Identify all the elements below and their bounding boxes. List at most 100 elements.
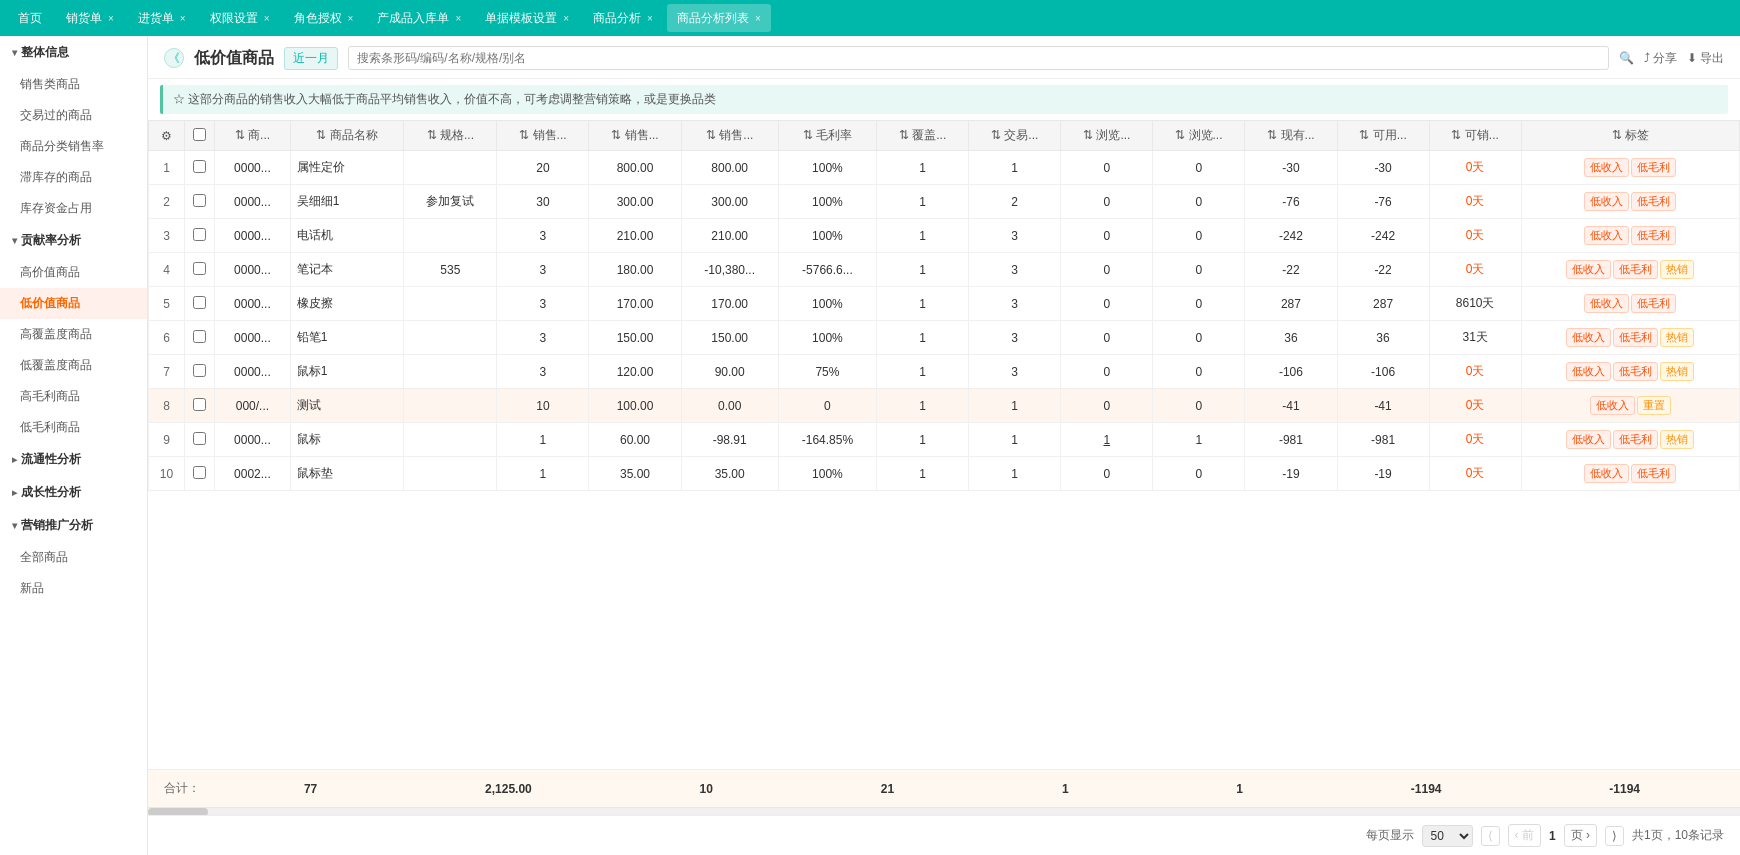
nav-product-list[interactable]: 商品分析列表 × xyxy=(667,4,771,32)
sidebar-item-slow-products[interactable]: 滞库存的商品 xyxy=(0,162,147,193)
trade: 2 xyxy=(969,185,1061,219)
row-checkbox-cell[interactable] xyxy=(185,321,215,355)
sidebar-item-traded-products[interactable]: 交易过的商品 xyxy=(0,100,147,131)
sale-qty: 30 xyxy=(497,185,589,219)
close-icon[interactable]: × xyxy=(264,13,270,24)
horizontal-scrollbar[interactable] xyxy=(148,807,1740,815)
close-icon[interactable]: × xyxy=(647,13,653,24)
col-name[interactable]: ⇅ 商品名称 xyxy=(290,121,403,151)
row-checkbox[interactable] xyxy=(193,364,206,377)
col-spec[interactable]: ⇅ 规格... xyxy=(404,121,497,151)
row-checkbox-cell[interactable] xyxy=(185,151,215,185)
sidebar-item-new-products[interactable]: 新品 xyxy=(0,573,147,604)
close-icon[interactable]: × xyxy=(108,13,114,24)
row-checkbox-cell[interactable] xyxy=(185,389,215,423)
sidebar-section-liquidity[interactable]: ▸ 流通性分析 xyxy=(0,443,147,476)
last-page-button[interactable]: ⟩ xyxy=(1605,826,1624,846)
row-checkbox-cell[interactable] xyxy=(185,457,215,491)
row-checkbox-cell[interactable] xyxy=(185,287,215,321)
sidebar-item-high-coverage[interactable]: 高覆盖度商品 xyxy=(0,319,147,350)
close-icon[interactable]: × xyxy=(755,13,761,24)
nav-permissions[interactable]: 权限设置 × xyxy=(200,4,280,32)
view2: 0 xyxy=(1153,151,1245,185)
sidebar-section-marketing[interactable]: ▾ 营销推广分析 xyxy=(0,509,147,542)
close-icon[interactable]: × xyxy=(348,13,354,24)
sale-qty: 3 xyxy=(497,321,589,355)
row-checkbox[interactable] xyxy=(193,160,206,173)
col-days[interactable]: ⇅ 可销... xyxy=(1429,121,1521,151)
export-button[interactable]: ⬇ 导出 xyxy=(1687,50,1724,67)
row-checkbox-cell[interactable] xyxy=(185,219,215,253)
sidebar-section-overall[interactable]: ▾ 整体信息 xyxy=(0,36,147,69)
row-checkbox[interactable] xyxy=(193,262,206,275)
sidebar-item-category-rate[interactable]: 商品分类销售率 xyxy=(0,131,147,162)
trade: 1 xyxy=(969,389,1061,423)
select-all-checkbox[interactable] xyxy=(193,128,206,141)
nav-template[interactable]: 单据模板设置 × xyxy=(475,4,579,32)
row-checkbox-cell[interactable] xyxy=(185,185,215,219)
nav-roles[interactable]: 角色授权 × xyxy=(284,4,364,32)
sidebar-section-growth[interactable]: ▸ 成长性分析 xyxy=(0,476,147,509)
sort-icon: ⇅ xyxy=(611,128,621,142)
product-spec xyxy=(404,389,497,423)
row-checkbox[interactable] xyxy=(193,432,206,445)
row-checkbox-cell[interactable] xyxy=(185,423,215,457)
nav-purchase[interactable]: 进货单 × xyxy=(128,4,196,32)
row-checkbox[interactable] xyxy=(193,330,206,343)
nav-product-analysis[interactable]: 商品分析 × xyxy=(583,4,663,32)
close-icon[interactable]: × xyxy=(563,13,569,24)
sidebar-item-high-value[interactable]: 高价值商品 xyxy=(0,257,147,288)
row-checkbox-cell[interactable] xyxy=(185,253,215,287)
col-available[interactable]: ⇅ 可用... xyxy=(1337,121,1429,151)
sidebar-item-high-margin[interactable]: 高毛利商品 xyxy=(0,381,147,412)
row-checkbox[interactable] xyxy=(193,296,206,309)
sidebar-item-sales-products[interactable]: 销售类商品 xyxy=(0,69,147,100)
row-checkbox[interactable] xyxy=(193,228,206,241)
col-tags[interactable]: ⇅ 标签 xyxy=(1521,121,1739,151)
col-sale-avg[interactable]: ⇅ 销售... xyxy=(681,121,778,151)
col-stock[interactable]: ⇅ 现有... xyxy=(1245,121,1337,151)
row-checkbox-cell[interactable] xyxy=(185,355,215,389)
col-gross-rate[interactable]: ⇅ 毛利率 xyxy=(778,121,876,151)
tag: 低毛利 xyxy=(1613,430,1658,449)
first-page-button[interactable]: ⟨ xyxy=(1481,826,1500,846)
row-checkbox[interactable] xyxy=(193,194,206,207)
col-coverage[interactable]: ⇅ 覆盖... xyxy=(877,121,969,151)
col-view1[interactable]: ⇅ 浏览... xyxy=(1061,121,1153,151)
col-sale-qty[interactable]: ⇅ 销售... xyxy=(497,121,589,151)
next-page-button[interactable]: 页 › xyxy=(1564,824,1597,847)
col-code[interactable]: ⇅ 商... xyxy=(215,121,291,151)
nav-sales[interactable]: 销货单 × xyxy=(56,4,124,32)
nav-production[interactable]: 产成品入库单 × xyxy=(367,4,471,32)
col-sale-amt[interactable]: ⇅ 销售... xyxy=(589,121,681,151)
row-checkbox[interactable] xyxy=(193,466,206,479)
row-checkbox[interactable] xyxy=(193,398,206,411)
sort-icon: ⇅ xyxy=(1083,128,1093,142)
close-icon[interactable]: × xyxy=(455,13,461,24)
sidebar-item-low-coverage[interactable]: 低覆盖度商品 xyxy=(0,350,147,381)
chevron-right-icon: ▸ xyxy=(12,487,17,498)
available: -30 xyxy=(1337,151,1429,185)
prev-page-button[interactable]: ‹ 前 xyxy=(1508,824,1541,847)
sidebar-item-inventory-capital[interactable]: 库存资金占用 xyxy=(0,193,147,224)
sidebar-section-contribution[interactable]: ▾ 贡献率分析 xyxy=(0,224,147,257)
page-size-select[interactable]: 50 100 200 xyxy=(1422,825,1473,847)
sidebar-collapse-button[interactable]: 《 xyxy=(164,48,184,68)
col-trade[interactable]: ⇅ 交易... xyxy=(969,121,1061,151)
table-row: 2 0000... 吴细细1 参加复试 30 300.00 300.00 100… xyxy=(149,185,1740,219)
col-view2[interactable]: ⇅ 浏览... xyxy=(1153,121,1245,151)
filter-period-button[interactable]: 近一月 xyxy=(284,47,338,70)
product-code: 0000... xyxy=(215,185,291,219)
share-button[interactable]: ⤴ 分享 xyxy=(1644,50,1677,67)
nav-home[interactable]: 首页 xyxy=(8,4,52,32)
sidebar-item-low-margin[interactable]: 低毛利商品 xyxy=(0,412,147,443)
search-icon[interactable]: 🔍 xyxy=(1619,51,1634,65)
settings-icon-header[interactable]: ⚙ xyxy=(149,121,185,151)
sidebar-item-all-products[interactable]: 全部商品 xyxy=(0,542,147,573)
sidebar-item-low-value[interactable]: 低价值商品 xyxy=(0,288,147,319)
view-link[interactable]: 1 xyxy=(1103,433,1110,447)
search-input[interactable] xyxy=(348,46,1609,70)
close-icon[interactable]: × xyxy=(180,13,186,24)
select-all-header[interactable] xyxy=(185,121,215,151)
days: 0天 xyxy=(1429,253,1521,287)
